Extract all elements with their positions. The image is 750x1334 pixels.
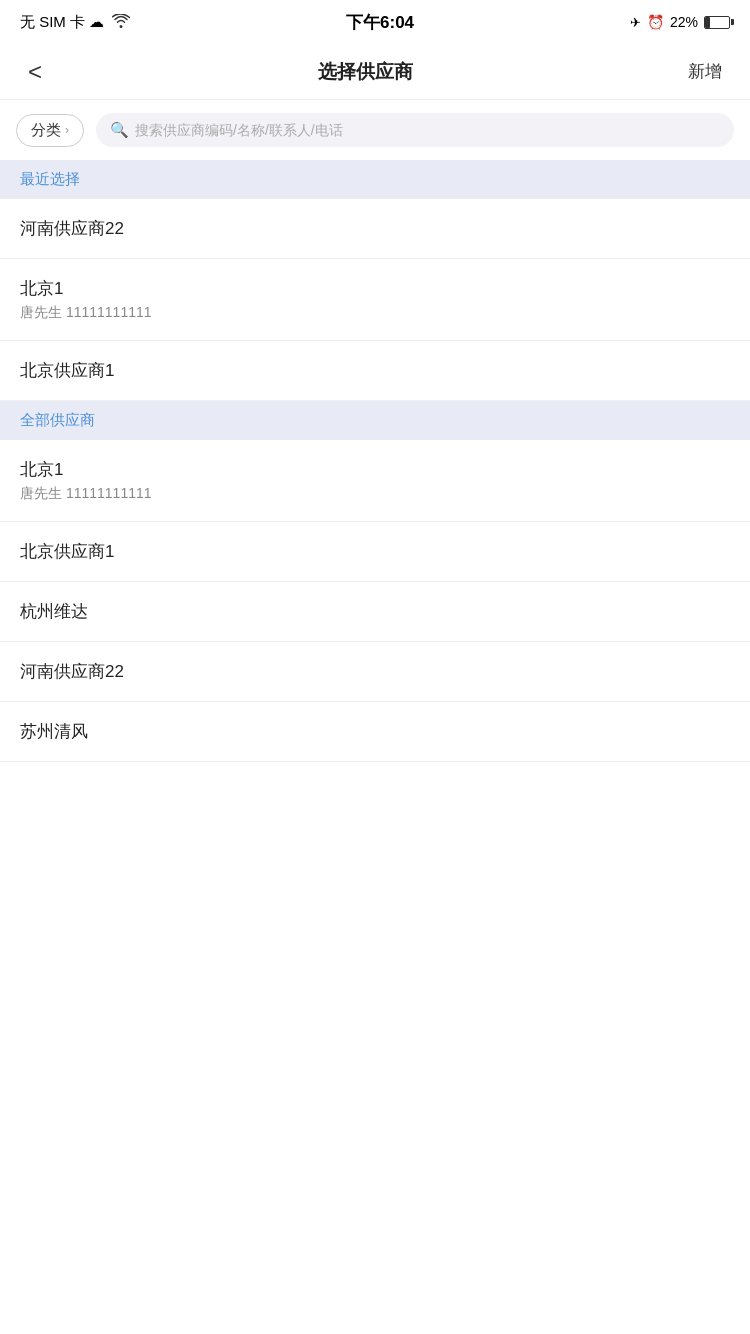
- wifi-icon: [112, 14, 130, 31]
- supplier-name: 苏州清风: [20, 720, 730, 743]
- chevron-right-icon: ›: [65, 123, 69, 137]
- list-item[interactable]: 河南供应商22: [0, 642, 750, 702]
- status-left: 无 SIM 卡 ☁: [20, 13, 130, 32]
- nav-bar: < 选择供应商 新增: [0, 44, 750, 100]
- supplier-name: 杭州维达: [20, 600, 730, 623]
- supplier-name: 北京1: [20, 277, 730, 300]
- search-icon: 🔍: [110, 121, 129, 139]
- supplier-sub: 唐先生 11111111111: [20, 304, 730, 322]
- list-item[interactable]: 河南供应商22: [0, 199, 750, 259]
- location-icon: ✈: [630, 15, 641, 30]
- category-filter-button[interactable]: 分类 ›: [16, 114, 84, 147]
- supplier-name: 北京1: [20, 458, 730, 481]
- add-button[interactable]: 新增: [680, 52, 730, 91]
- supplier-name: 北京供应商1: [20, 540, 730, 563]
- list-item[interactable]: 北京1 唐先生 11111111111: [0, 440, 750, 522]
- list-item[interactable]: 北京1 唐先生 11111111111: [0, 259, 750, 341]
- status-right: ✈ ⏰ 22%: [630, 14, 730, 30]
- supplier-name: 北京供应商1: [20, 359, 730, 382]
- all-items-list: 北京1 唐先生 11111111111 北京供应商1 杭州维达 河南供应商22 …: [0, 440, 750, 762]
- all-header-label: 全部供应商: [20, 411, 95, 428]
- back-button[interactable]: <: [20, 50, 50, 94]
- recent-header-label: 最近选择: [20, 170, 80, 187]
- supplier-name: 河南供应商22: [20, 660, 730, 683]
- category-label: 分类: [31, 121, 61, 140]
- sim-status: 无 SIM 卡 ☁: [20, 13, 104, 32]
- filter-bar: 分类 › 🔍: [0, 100, 750, 160]
- alarm-icon: ⏰: [647, 14, 664, 30]
- status-bar: 无 SIM 卡 ☁ 下午6:04 ✈ ⏰ 22%: [0, 0, 750, 44]
- list-item[interactable]: 杭州维达: [0, 582, 750, 642]
- battery-icon: [704, 16, 730, 29]
- all-section-header: 全部供应商: [0, 401, 750, 440]
- battery-percent: 22%: [670, 14, 698, 30]
- supplier-name: 河南供应商22: [20, 217, 730, 240]
- search-box: 🔍: [96, 113, 734, 147]
- supplier-sub: 唐先生 11111111111: [20, 485, 730, 503]
- recent-items-list: 河南供应商22 北京1 唐先生 11111111111 北京供应商1: [0, 199, 750, 401]
- list-item[interactable]: 北京供应商1: [0, 522, 750, 582]
- status-time: 下午6:04: [346, 11, 414, 34]
- page-title: 选择供应商: [318, 59, 413, 85]
- list-item[interactable]: 北京供应商1: [0, 341, 750, 401]
- recent-section-header: 最近选择: [0, 160, 750, 199]
- list-item[interactable]: 苏州清风: [0, 702, 750, 762]
- search-input[interactable]: [135, 122, 720, 138]
